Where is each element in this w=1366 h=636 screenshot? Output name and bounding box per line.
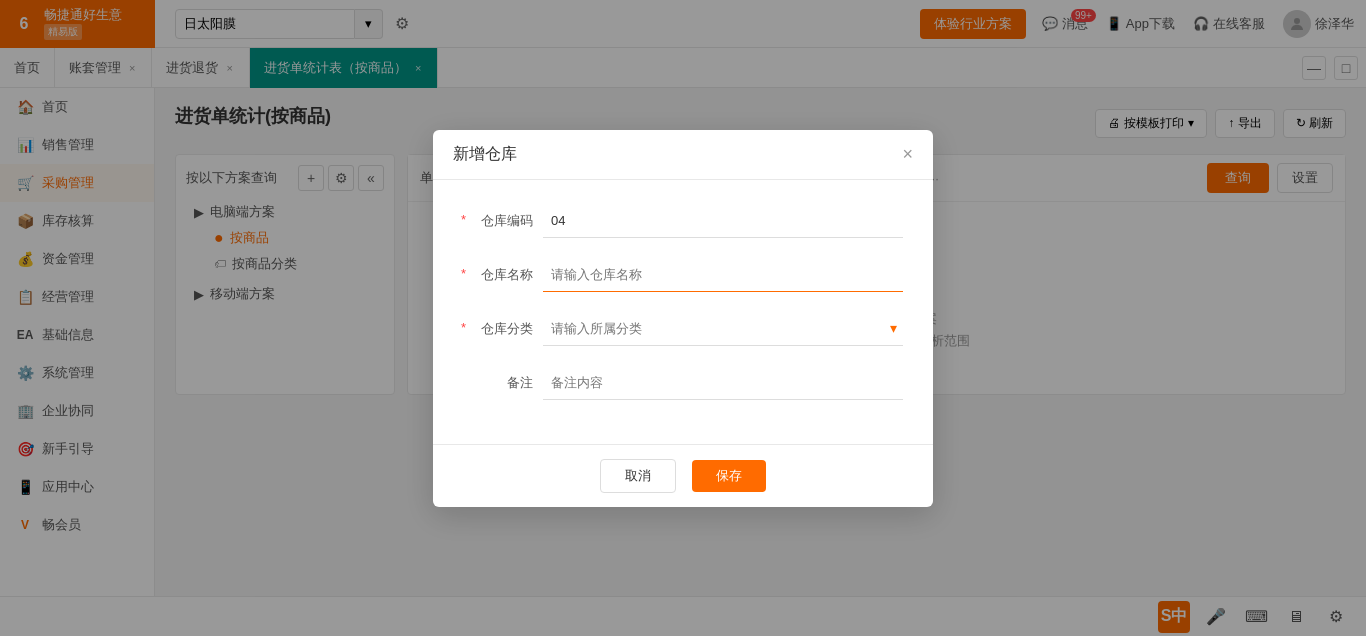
remark-input[interactable] bbox=[543, 366, 903, 400]
save-btn[interactable]: 保存 bbox=[692, 460, 766, 492]
modal-header: 新增仓库 × bbox=[433, 130, 933, 180]
modal-footer: 取消 保存 bbox=[433, 444, 933, 507]
form-row-remark: 备注 bbox=[463, 366, 903, 400]
warehouse-category-label: 仓库分类 bbox=[463, 320, 543, 338]
warehouse-name-input[interactable] bbox=[543, 258, 903, 292]
form-row-warehouse-name: 仓库名称 bbox=[463, 258, 903, 292]
warehouse-code-input[interactable] bbox=[543, 204, 903, 238]
modal-overlay: 新增仓库 × 仓库编码 仓库名称 仓库分类 ▾ bbox=[0, 0, 1366, 636]
warehouse-category-arrow[interactable]: ▾ bbox=[890, 320, 903, 336]
modal-new-warehouse: 新增仓库 × 仓库编码 仓库名称 仓库分类 ▾ bbox=[433, 130, 933, 507]
modal-close-btn[interactable]: × bbox=[902, 145, 913, 163]
remark-label: 备注 bbox=[463, 374, 543, 392]
warehouse-name-label: 仓库名称 bbox=[463, 266, 543, 284]
cancel-btn[interactable]: 取消 bbox=[600, 459, 676, 493]
form-row-warehouse-category: 仓库分类 ▾ bbox=[463, 312, 903, 346]
warehouse-category-select-wrap: ▾ bbox=[543, 312, 903, 346]
form-row-warehouse-code: 仓库编码 bbox=[463, 204, 903, 238]
warehouse-category-input[interactable] bbox=[543, 312, 890, 345]
modal-title: 新增仓库 bbox=[453, 144, 517, 165]
warehouse-code-label: 仓库编码 bbox=[463, 212, 543, 230]
modal-body: 仓库编码 仓库名称 仓库分类 ▾ 备注 bbox=[433, 180, 933, 444]
